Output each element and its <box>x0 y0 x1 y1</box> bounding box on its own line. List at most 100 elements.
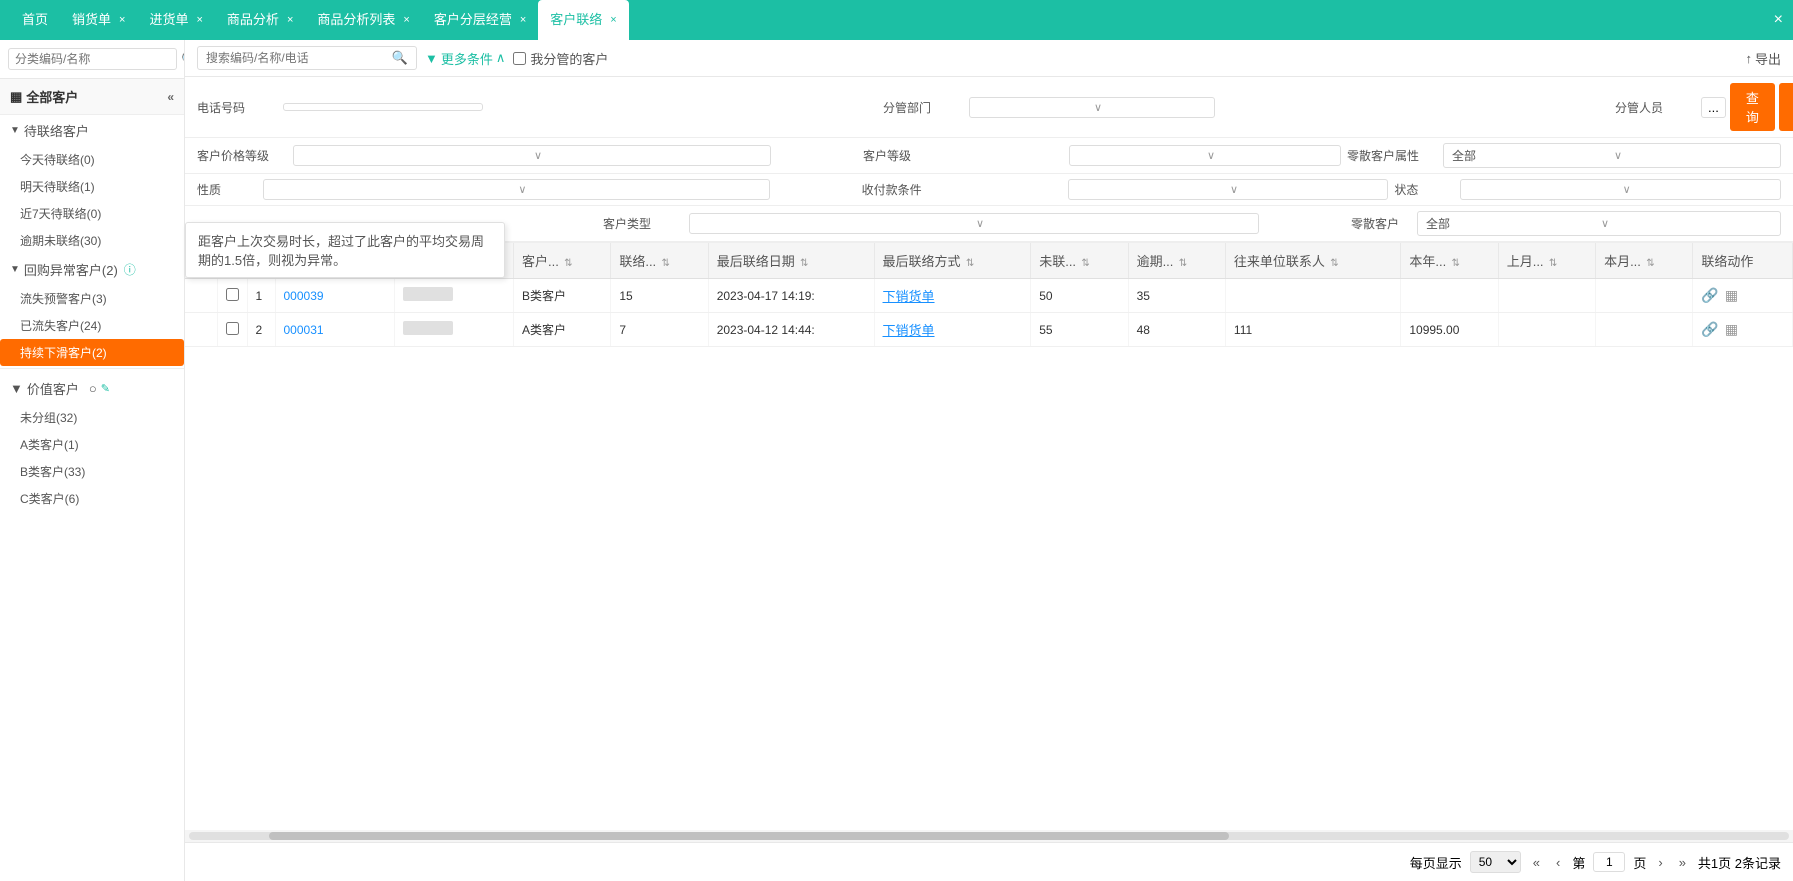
sidebar-group-pending[interactable]: ▼ 待联络客户 <box>0 115 184 146</box>
customer-grade-label: 客户等级 <box>863 147 1063 164</box>
nav-close-purchase-order[interactable]: × <box>196 0 202 40</box>
main-search-icon[interactable]: 🔍 <box>392 50 408 66</box>
retail-customer-label: 零散客户 <box>1351 215 1411 232</box>
nav-close-customer-segmentation[interactable]: × <box>520 0 526 40</box>
table-row: 1 000039 B类客户 15 2023-04-17 14:19: 下销货单 … <box>185 279 1793 313</box>
sort-unit-contact-icon[interactable]: ⇅ <box>1330 258 1338 269</box>
td-unit-contact-2: 111 <box>1225 313 1400 347</box>
page-input[interactable] <box>1593 852 1625 872</box>
td-type-1: B类客户 <box>513 279 610 313</box>
hscroll-thumb[interactable] <box>269 832 1229 840</box>
action-grid-icon-2[interactable]: ▦ <box>1725 321 1738 338</box>
customer-grade-field[interactable]: ∨ <box>1069 145 1341 166</box>
td-gear-1 <box>185 279 217 313</box>
sidebar-item-declining[interactable]: 持续下滑客户(2) <box>0 339 184 366</box>
filter-more-button[interactable]: ▼ 更多条件 ∧ <box>425 49 505 68</box>
sort-last-month-icon[interactable]: ⇅ <box>1549 258 1557 269</box>
first-page-button[interactable]: « <box>1529 853 1544 872</box>
customer-type-label: 客户类型 <box>603 215 683 232</box>
payment-field[interactable]: ∨ <box>1068 179 1389 200</box>
gender-field[interactable]: ∨ <box>263 179 770 200</box>
th-customer-type: 客户... ⇅ <box>513 243 610 279</box>
sort-this-month-icon[interactable]: ⇅ <box>1646 258 1654 269</box>
my-customer-checkbox-wrap: 我分管的客户 <box>513 49 608 68</box>
action-link-icon-1[interactable]: 🔗 <box>1701 287 1718 304</box>
last-page-button[interactable]: » <box>1675 853 1690 872</box>
my-customer-checkbox[interactable] <box>513 52 526 65</box>
nav-product-analysis-list[interactable]: 商品分析列表 × <box>305 0 421 40</box>
nav-home[interactable]: 首页 <box>10 0 60 40</box>
nav-product-analysis[interactable]: 商品分析 × <box>215 0 305 40</box>
prev-page-button[interactable]: ‹ <box>1552 853 1564 872</box>
td-method-2[interactable]: 下销货单 <box>874 313 1031 347</box>
sidebar-item-churn-warn[interactable]: 流失预警客户(3) <box>0 285 184 312</box>
sort-overdue-icon[interactable]: ⇅ <box>1179 258 1187 269</box>
action-link-icon-2[interactable]: 🔗 <box>1701 321 1718 338</box>
sidebar-item-overdue[interactable]: 逾期未联络(30) <box>0 227 184 254</box>
nav-customer-contact[interactable]: 客户联络 × <box>538 0 628 40</box>
nav-close-sales-order[interactable]: × <box>119 0 125 40</box>
next-page-button[interactable]: › <box>1654 853 1666 872</box>
dept-caret-icon: ∨ <box>1094 101 1206 114</box>
sort-type-icon[interactable]: ⇅ <box>564 258 572 269</box>
retail-customer-field[interactable]: 全部 ∨ <box>1417 211 1781 236</box>
edit-icon[interactable]: ✎ <box>101 382 110 395</box>
main-search-input[interactable] <box>206 51 388 65</box>
sort-this-year-icon[interactable]: ⇅ <box>1452 258 1460 269</box>
retail-attr-field[interactable]: 全部 ∨ <box>1443 143 1781 168</box>
td-index-1: 1 <box>247 279 275 313</box>
tri-down-icon3: ▼ <box>10 381 23 396</box>
setting-button[interactable]: 设置 <box>1779 83 1793 131</box>
nav-close-customer-contact[interactable]: × <box>610 0 616 40</box>
sidebar-item-today[interactable]: 今天待联络(0) <box>0 146 184 173</box>
td-method-1[interactable]: 下销货单 <box>874 279 1031 313</box>
sidebar-item-tomorrow[interactable]: 明天待联络(1) <box>0 173 184 200</box>
td-checkbox-2 <box>217 313 247 347</box>
sidebar-group-repurchase[interactable]: ▼ 回购异常客户(2) ⓘ <box>0 254 184 285</box>
action-grid-icon-1[interactable]: ▦ <box>1725 287 1738 304</box>
row-checkbox-2[interactable] <box>226 322 239 335</box>
td-not-contact-1: 50 <box>1031 279 1128 313</box>
close-all-button[interactable]: × <box>1774 11 1783 29</box>
manager-dots[interactable]: ... <box>1701 97 1726 118</box>
status-field[interactable]: ∨ <box>1460 179 1781 200</box>
sort-contact-icon[interactable]: ⇅ <box>662 258 670 269</box>
sidebar-item-7days[interactable]: 近7天待联络(0) <box>0 200 184 227</box>
info-icon[interactable]: ⓘ <box>124 261 136 278</box>
sort-not-contact-icon[interactable]: ⇅ <box>1081 258 1089 269</box>
row-checkbox-1[interactable] <box>226 288 239 301</box>
sidebar-item-c-class[interactable]: C类客户(6) <box>0 485 184 512</box>
sidebar-valor-header[interactable]: ▼ 价值客户 ○ ✎ <box>0 373 184 404</box>
page-unit-label: 页 <box>1633 853 1646 872</box>
query-button[interactable]: 查询 <box>1730 83 1775 131</box>
sidebar-collapse-icon[interactable]: « <box>167 90 174 104</box>
sidebar-item-ungroup[interactable]: 未分组(32) <box>0 404 184 431</box>
sort-date-icon[interactable]: ⇅ <box>800 258 808 269</box>
per-page-select[interactable]: 20 50 100 <box>1470 851 1521 873</box>
sidebar-item-b-class[interactable]: B类客户(33) <box>0 458 184 485</box>
nav-close-product-analysis-list[interactable]: × <box>403 0 409 40</box>
horizontal-scrollbar[interactable] <box>185 830 1793 842</box>
sort-method-icon[interactable]: ⇅ <box>966 258 974 269</box>
td-type-2: A类客户 <box>513 313 610 347</box>
main-layout: 🔍 ▦ 全部客户 « ▼ 待联络客户 今天待联络(0) 明天待联络(1) 近7天… <box>0 40 1793 881</box>
method-link-1[interactable]: 下销货单 <box>883 289 935 304</box>
nav-purchase-order[interactable]: 进货单 × <box>137 0 214 40</box>
sidebar-all-customers-header[interactable]: ▦ 全部客户 « <box>0 79 184 115</box>
td-code-2[interactable]: 000031 <box>275 313 394 347</box>
nav-sales-order[interactable]: 销货单 × <box>60 0 137 40</box>
export-button[interactable]: ↑ 导出 <box>1745 49 1781 68</box>
td-contact-2: 7 <box>611 313 708 347</box>
sidebar-item-churned[interactable]: 已流失客户(24) <box>0 312 184 339</box>
price-grade-field[interactable]: ∨ <box>293 145 771 166</box>
dept-field[interactable]: ∨ <box>969 97 1215 118</box>
sidebar-search-input[interactable] <box>8 48 177 70</box>
customer-type-field[interactable]: ∨ <box>689 213 1259 234</box>
td-code-1[interactable]: 000039 <box>275 279 394 313</box>
method-link-2[interactable]: 下销货单 <box>883 323 935 338</box>
sidebar-item-a-class[interactable]: A类客户(1) <box>0 431 184 458</box>
phone-field[interactable] <box>283 103 483 111</box>
nav-customer-segmentation[interactable]: 客户分层经营 × <box>422 0 538 40</box>
nav-close-product-analysis[interactable]: × <box>287 0 293 40</box>
gender-label: 性质 <box>197 181 257 198</box>
